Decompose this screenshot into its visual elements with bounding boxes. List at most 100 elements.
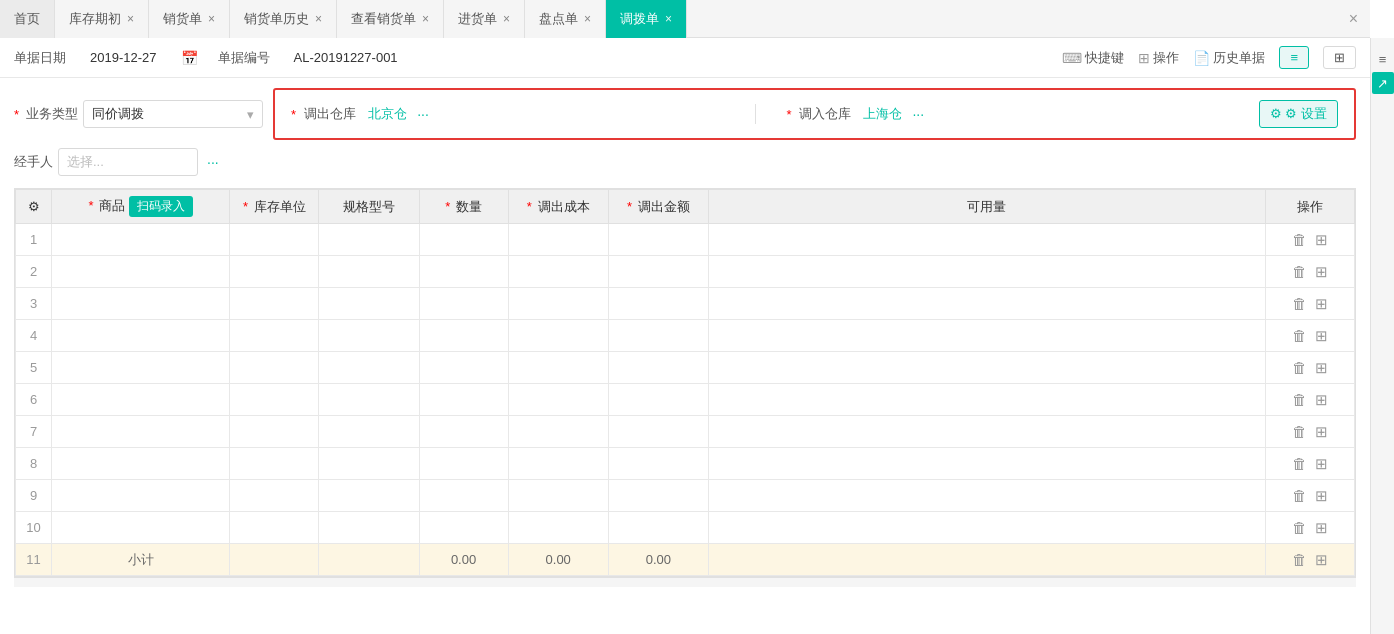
row-unit-cell[interactable] bbox=[230, 512, 319, 544]
tab-inventory-init[interactable]: 库存期初 × bbox=[55, 0, 149, 38]
row-unit-cell[interactable] bbox=[230, 448, 319, 480]
tab-sales-history[interactable]: 销货单历史 × bbox=[230, 0, 337, 38]
sidebar-list-icon[interactable]: ≡ bbox=[1372, 48, 1394, 70]
row-spec-cell[interactable] bbox=[319, 224, 419, 256]
row-spec-cell[interactable] bbox=[319, 288, 419, 320]
row-qty-cell[interactable] bbox=[419, 384, 508, 416]
handler-more[interactable]: ··· bbox=[207, 154, 219, 170]
row-copy-icon[interactable]: ⊞ bbox=[1315, 455, 1328, 472]
tab-sales[interactable]: 销货单 × bbox=[149, 0, 230, 38]
row-product-cell[interactable] bbox=[52, 256, 230, 288]
row-trash-icon[interactable]: 🗑 bbox=[1292, 519, 1307, 536]
row-copy-icon[interactable]: ⊞ bbox=[1315, 327, 1328, 344]
row-unit-cell[interactable] bbox=[230, 224, 319, 256]
row-trash-icon[interactable]: 🗑 bbox=[1292, 231, 1307, 248]
row-spec-cell[interactable] bbox=[319, 352, 419, 384]
row-cost-cell[interactable] bbox=[508, 320, 608, 352]
subtotal-trash-icon[interactable]: 🗑 bbox=[1292, 551, 1307, 568]
row-qty-cell[interactable] bbox=[419, 416, 508, 448]
row-amount-cell[interactable] bbox=[608, 512, 708, 544]
grid-view-btn[interactable]: ⊞ bbox=[1323, 46, 1356, 69]
row-cost-cell[interactable] bbox=[508, 480, 608, 512]
transfer-out-more[interactable]: ··· bbox=[417, 106, 429, 122]
tab-transfer-close[interactable]: × bbox=[665, 12, 672, 26]
row-amount-cell[interactable] bbox=[608, 384, 708, 416]
row-trash-icon[interactable]: 🗑 bbox=[1292, 263, 1307, 280]
row-spec-cell[interactable] bbox=[319, 256, 419, 288]
row-cost-cell[interactable] bbox=[508, 512, 608, 544]
window-close-button[interactable]: × bbox=[1349, 10, 1358, 28]
tab-sales-history-close[interactable]: × bbox=[315, 12, 322, 26]
row-amount-cell[interactable] bbox=[608, 224, 708, 256]
row-qty-cell[interactable] bbox=[419, 224, 508, 256]
row-spec-cell[interactable] bbox=[319, 416, 419, 448]
row-cost-cell[interactable] bbox=[508, 352, 608, 384]
row-spec-cell[interactable] bbox=[319, 448, 419, 480]
row-cost-cell[interactable] bbox=[508, 288, 608, 320]
row-unit-cell[interactable] bbox=[230, 416, 319, 448]
row-copy-icon[interactable]: ⊞ bbox=[1315, 391, 1328, 408]
row-cost-cell[interactable] bbox=[508, 384, 608, 416]
row-spec-cell[interactable] bbox=[319, 320, 419, 352]
row-spec-cell[interactable] bbox=[319, 512, 419, 544]
row-amount-cell[interactable] bbox=[608, 256, 708, 288]
operations-btn[interactable]: ⊞ 操作 bbox=[1138, 49, 1179, 67]
row-product-cell[interactable] bbox=[52, 480, 230, 512]
row-qty-cell[interactable] bbox=[419, 512, 508, 544]
tab-home[interactable]: 首页 bbox=[0, 0, 55, 38]
row-product-cell[interactable] bbox=[52, 224, 230, 256]
row-unit-cell[interactable] bbox=[230, 480, 319, 512]
row-product-cell[interactable] bbox=[52, 288, 230, 320]
row-amount-cell[interactable] bbox=[608, 320, 708, 352]
transfer-in-more[interactable]: ··· bbox=[912, 106, 924, 122]
row-cost-cell[interactable] bbox=[508, 416, 608, 448]
row-amount-cell[interactable] bbox=[608, 416, 708, 448]
row-spec-cell[interactable] bbox=[319, 384, 419, 416]
row-amount-cell[interactable] bbox=[608, 480, 708, 512]
row-spec-cell[interactable] bbox=[319, 480, 419, 512]
tab-view-sales-close[interactable]: × bbox=[422, 12, 429, 26]
handler-input[interactable]: 选择... bbox=[58, 148, 198, 176]
calendar-icon[interactable]: 📅 bbox=[181, 50, 198, 66]
row-copy-icon[interactable]: ⊞ bbox=[1315, 263, 1328, 280]
row-copy-icon[interactable]: ⊞ bbox=[1315, 487, 1328, 504]
tab-view-sales[interactable]: 查看销货单 × bbox=[337, 0, 444, 38]
subtotal-copy-icon[interactable]: ⊞ bbox=[1315, 551, 1328, 568]
row-qty-cell[interactable] bbox=[419, 256, 508, 288]
row-trash-icon[interactable]: 🗑 bbox=[1292, 487, 1307, 504]
tab-transfer[interactable]: 调拨单 × bbox=[606, 0, 687, 38]
scan-btn[interactable]: 扫码录入 bbox=[129, 196, 193, 217]
tab-purchase[interactable]: 进货单 × bbox=[444, 0, 525, 38]
shortcuts-btn[interactable]: ⌨ 快捷键 bbox=[1062, 49, 1124, 67]
row-trash-icon[interactable]: 🗑 bbox=[1292, 423, 1307, 440]
row-qty-cell[interactable] bbox=[419, 448, 508, 480]
row-unit-cell[interactable] bbox=[230, 352, 319, 384]
row-product-cell[interactable] bbox=[52, 416, 230, 448]
row-product-cell[interactable] bbox=[52, 512, 230, 544]
tab-purchase-close[interactable]: × bbox=[503, 12, 510, 26]
row-product-cell[interactable] bbox=[52, 320, 230, 352]
tab-inventory-check-close[interactable]: × bbox=[584, 12, 591, 26]
row-copy-icon[interactable]: ⊞ bbox=[1315, 359, 1328, 376]
row-product-cell[interactable] bbox=[52, 384, 230, 416]
row-trash-icon[interactable]: 🗑 bbox=[1292, 295, 1307, 312]
row-cost-cell[interactable] bbox=[508, 224, 608, 256]
row-copy-icon[interactable]: ⊞ bbox=[1315, 231, 1328, 248]
row-qty-cell[interactable] bbox=[419, 288, 508, 320]
row-amount-cell[interactable] bbox=[608, 288, 708, 320]
row-amount-cell[interactable] bbox=[608, 352, 708, 384]
tab-inventory-init-close[interactable]: × bbox=[127, 12, 134, 26]
row-cost-cell[interactable] bbox=[508, 256, 608, 288]
th-gear[interactable]: ⚙ bbox=[16, 190, 52, 224]
row-trash-icon[interactable]: 🗑 bbox=[1292, 327, 1307, 344]
row-trash-icon[interactable]: 🗑 bbox=[1292, 455, 1307, 472]
row-qty-cell[interactable] bbox=[419, 320, 508, 352]
sidebar-expand-icon[interactable]: ↗ bbox=[1372, 72, 1394, 94]
row-copy-icon[interactable]: ⊞ bbox=[1315, 295, 1328, 312]
row-amount-cell[interactable] bbox=[608, 448, 708, 480]
row-trash-icon[interactable]: 🗑 bbox=[1292, 359, 1307, 376]
settings-button[interactable]: ⚙ ⚙ 设置 bbox=[1259, 100, 1338, 128]
tab-inventory-check[interactable]: 盘点单 × bbox=[525, 0, 606, 38]
bottom-scrollbar[interactable] bbox=[14, 577, 1356, 587]
row-cost-cell[interactable] bbox=[508, 448, 608, 480]
